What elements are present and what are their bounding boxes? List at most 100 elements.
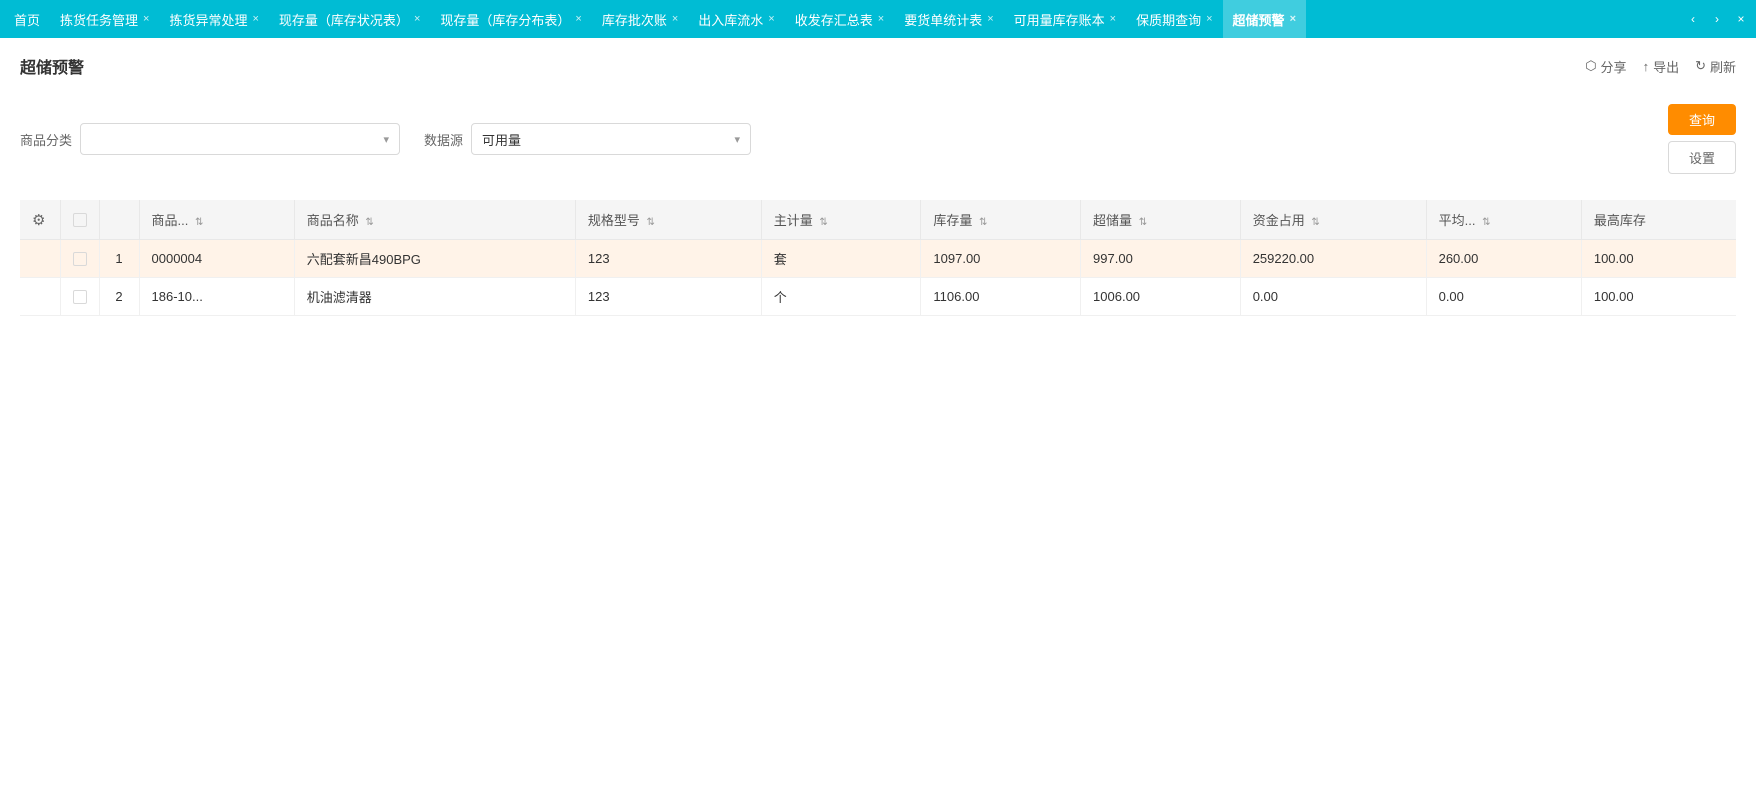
row1-spec: 123 [575,240,761,278]
nav-collect-total[interactable]: 收发存汇总表 × [785,0,894,38]
datasource-arrow-icon: ▾ [735,133,741,146]
close-quality-check[interactable]: × [1206,13,1212,25]
table-body: 1 0000004 六配套新昌490BPG 123 套 1097.00 997.… [20,240,1736,316]
table-row: 1 0000004 六配套新昌490BPG 123 套 1097.00 997.… [20,240,1736,278]
category-select[interactable]: ▾ [80,123,400,155]
row1-inventory: 1097.00 [921,240,1081,278]
sort-product-name-icon: ⇅ [365,217,373,228]
close-task-mgmt[interactable]: × [143,13,149,25]
sort-avg-icon: ⇅ [1482,217,1490,228]
row1-capital: 259220.00 [1240,240,1426,278]
refresh-link[interactable]: ↻ 刷新 [1695,57,1736,76]
filter-area: 商品分类 ▾ 数据源 可用量 ▾ 查询 设置 [20,94,1736,184]
row1-checkbox-cell[interactable] [60,240,99,278]
page-title: 超储预警 [20,54,84,78]
row2-spec: 123 [575,278,761,316]
datasource-value: 可用量 [482,130,521,149]
close-available-account[interactable]: × [1110,13,1116,25]
nav-close-arrow[interactable]: × [1730,0,1752,38]
row2-checkbox[interactable] [73,290,87,304]
row2-unit: 个 [761,278,921,316]
nav-quality-check[interactable]: 保质期查询 × [1126,0,1222,38]
row2-avg: 0.00 [1426,278,1581,316]
row1-unit: 套 [761,240,921,278]
col-inventory[interactable]: 库存量 ⇅ [921,200,1081,240]
nav-available-account[interactable]: 可用量库存账本 × [1004,0,1126,38]
table-gear-icon[interactable]: ⚙ [32,212,45,229]
row1-settings-cell [20,240,60,278]
nav-prev-arrow[interactable]: ‹ [1682,0,1704,38]
table-header: ⚙ 商品... ⇅ 商品名称 ⇅ 规格型号 ⇅ [20,200,1736,240]
data-table: ⚙ 商品... ⇅ 商品名称 ⇅ 规格型号 ⇅ [20,200,1736,316]
row2-max-stock: 100.00 [1581,278,1736,316]
row2-inventory: 1106.00 [921,278,1081,316]
sort-overstock-icon: ⇅ [1139,217,1147,228]
close-abnormal[interactable]: × [252,13,258,25]
category-label: 商品分类 [20,130,72,149]
nav-inventory-dist[interactable]: 现存量（库存分布表） × [430,0,591,38]
export-link[interactable]: ↑ 导出 [1643,57,1680,76]
col-select-all[interactable] [60,200,99,240]
row1-product-code: 0000004 [139,240,294,278]
select-all-checkbox[interactable] [73,213,87,227]
close-batch-account[interactable]: × [672,13,678,25]
nav-home[interactable]: 首页 [4,0,50,38]
main-content: 超储预警 ⬡ 分享 ↑ 导出 ↻ 刷新 商品分类 ▾ 数据源 [0,38,1756,800]
close-order-stat[interactable]: × [987,13,993,25]
close-collect-total[interactable]: × [878,13,884,25]
close-overstock-warning[interactable]: × [1290,13,1296,25]
sort-spec-icon: ⇅ [647,217,655,228]
row2-checkbox-cell[interactable] [60,278,99,316]
sort-capital-icon: ⇅ [1311,217,1319,228]
row1-max-stock: 100.00 [1581,240,1736,278]
share-icon: ⬡ [1585,58,1596,74]
nav-inventory-status[interactable]: 现存量（库存状况表） × [269,0,430,38]
col-overstock[interactable]: 超储量 ⇅ [1081,200,1241,240]
datasource-label: 数据源 [424,130,463,149]
share-link[interactable]: ⬡ 分享 [1585,57,1626,76]
nav-overstock-warning[interactable]: 超储预警 × [1223,0,1306,38]
col-avg[interactable]: 平均... ⇅ [1426,200,1581,240]
nav-task-mgmt[interactable]: 拣货任务管理 × [50,0,159,38]
top-nav: 首页 拣货任务管理 × 拣货异常处理 × 现存量（库存状况表） × 现存量（库存… [0,0,1756,38]
col-settings[interactable]: ⚙ [20,200,60,240]
nav-in-out-flow[interactable]: 出入库流水 × [688,0,784,38]
col-max-stock[interactable]: 最高库存 [1581,200,1736,240]
sort-inventory-icon: ⇅ [979,217,987,228]
nav-next-arrow[interactable]: › [1706,0,1728,38]
nav-abnormal[interactable]: 拣货异常处理 × [159,0,268,38]
row1-overstock: 997.00 [1081,240,1241,278]
col-capital[interactable]: 资金占用 ⇅ [1240,200,1426,240]
col-product-code[interactable]: 商品... ⇅ [139,200,294,240]
refresh-icon: ↻ [1695,58,1706,74]
col-product-name[interactable]: 商品名称 ⇅ [294,200,575,240]
close-inventory-status[interactable]: × [414,13,420,25]
filter-buttons: 查询 设置 [1668,104,1736,174]
datasource-filter: 数据源 可用量 ▾ [424,123,751,155]
settings-button[interactable]: 设置 [1668,141,1736,174]
query-button[interactable]: 查询 [1668,104,1736,135]
nav-order-stat[interactable]: 要货单统计表 × [894,0,1003,38]
sort-product-code-icon: ⇅ [195,217,203,228]
col-spec[interactable]: 规格型号 ⇅ [575,200,761,240]
header-actions: ⬡ 分享 ↑ 导出 ↻ 刷新 [1585,57,1736,76]
page-header: 超储预警 ⬡ 分享 ↑ 导出 ↻ 刷新 [20,54,1736,78]
category-arrow-icon: ▾ [383,133,389,146]
nav-batch-account[interactable]: 库存批次账 × [592,0,688,38]
row2-product-code: 186-10... [139,278,294,316]
sort-unit-icon: ⇅ [819,217,827,228]
row2-product-name: 机油滤清器 [294,278,575,316]
row1-avg: 260.00 [1426,240,1581,278]
nav-controls: ‹ › × [1682,0,1752,38]
row2-overstock: 1006.00 [1081,278,1241,316]
datasource-select[interactable]: 可用量 ▾ [471,123,751,155]
row2-settings-cell [20,278,60,316]
col-row-num [99,200,139,240]
col-unit[interactable]: 主计量 ⇅ [761,200,921,240]
export-icon: ↑ [1643,59,1650,74]
close-inventory-dist[interactable]: × [575,13,581,25]
row1-num: 1 [99,240,139,278]
table-row: 2 186-10... 机油滤清器 123 个 1106.00 1006.00 … [20,278,1736,316]
close-in-out-flow[interactable]: × [768,13,774,25]
row1-checkbox[interactable] [73,252,87,266]
